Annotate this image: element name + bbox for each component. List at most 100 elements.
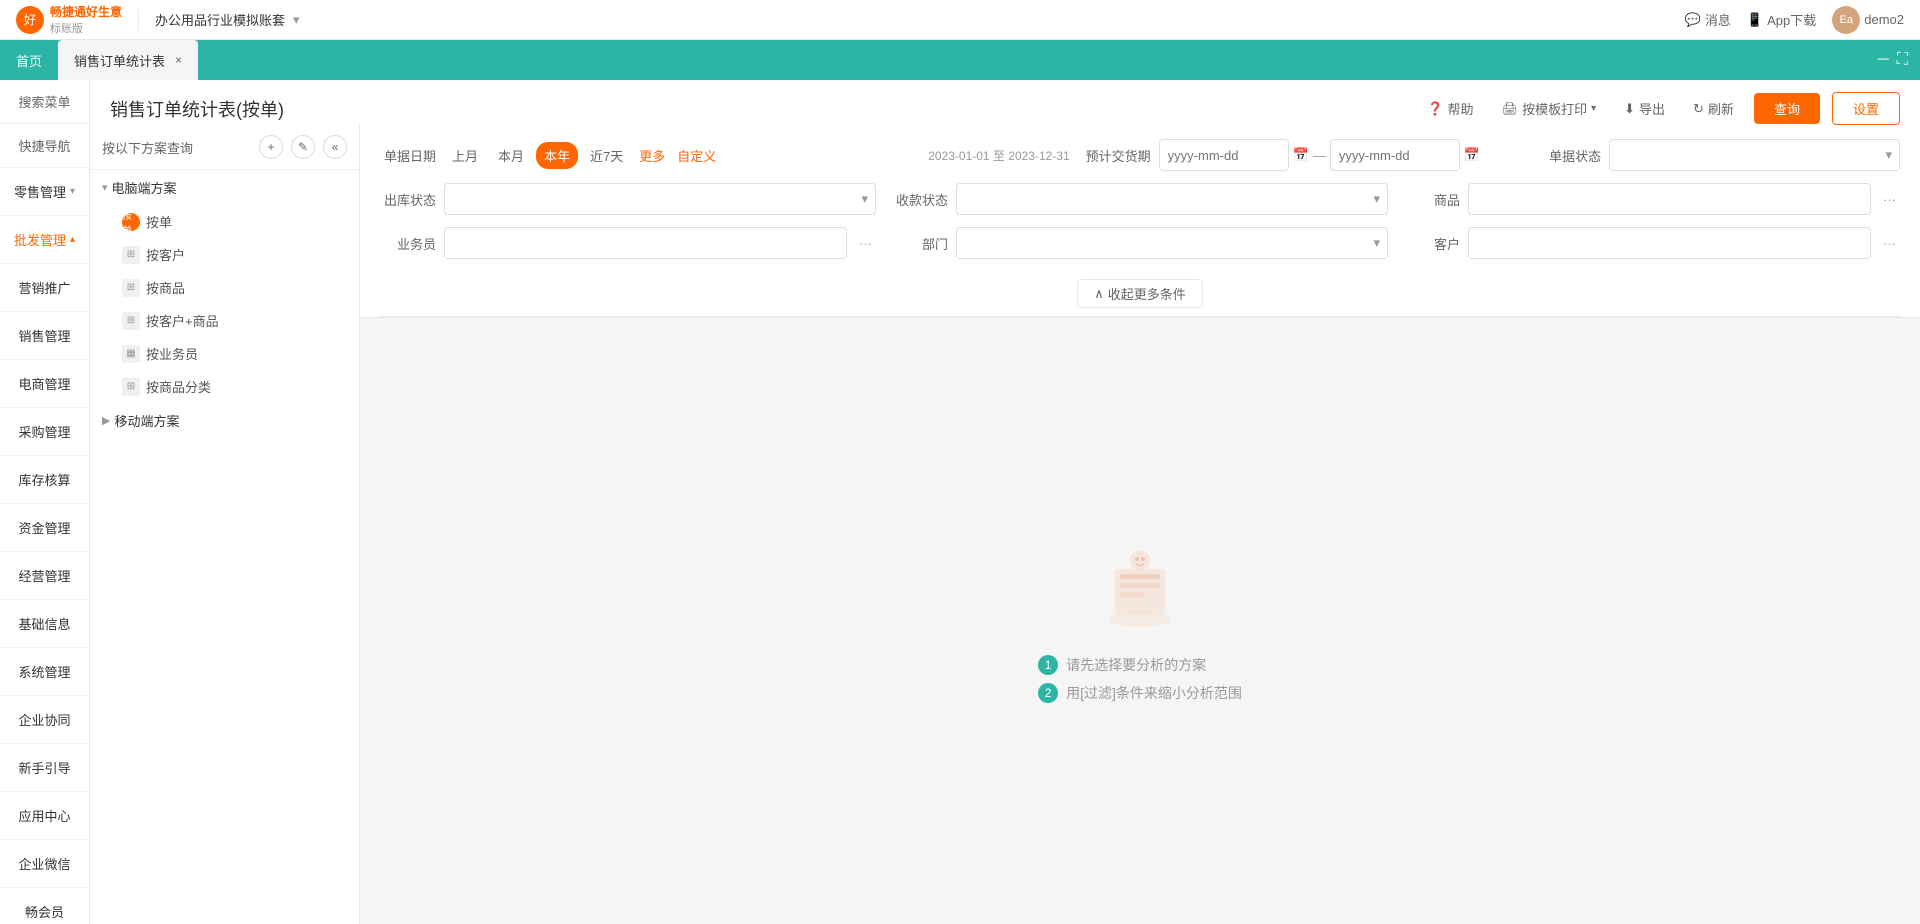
chevron-up-icon: ▴ [70,234,75,245]
settings-button[interactable]: 设置 [1832,92,1900,125]
sidebar-item-appcenter[interactable]: 应用中心 [0,792,89,840]
top-bar-left: 好 畅捷通好生意 标账版 办公用品行业模拟账套 ▾ [16,3,300,36]
sidebar-item-marketing[interactable]: 营销推广 [0,264,89,312]
user-area[interactable]: Ea demo2 [1832,6,1904,34]
sidebar-item-system[interactable]: 系统管理 [0,648,89,696]
tab-active[interactable]: 销售订单统计表 × [58,40,198,80]
left-panel-tools: + ✎ « [259,135,347,159]
sidebar-item-purchase[interactable]: 采购管理 [0,408,89,456]
date-more-button[interactable]: 更多 [635,146,669,165]
product-label: 商品 [1404,190,1460,209]
sidebar-item-collab[interactable]: 企业协同 [0,696,89,744]
salesperson-input[interactable] [444,227,847,259]
product-input[interactable] [1468,183,1871,215]
date-cur-year-button[interactable]: 本年 [536,142,578,169]
mobile-section-header[interactable]: ▶ 移动端方案 [90,403,359,438]
doc-status-select-wrapper: ▾ [1609,139,1900,171]
customer-input[interactable] [1468,227,1871,259]
scheme-icon-3: ⊞ [122,312,140,330]
dept-select[interactable] [956,227,1388,259]
salesperson-label: 业务员 [380,234,436,253]
sidebar-item-retail[interactable]: 零售管理 ▾ [0,168,89,216]
sidebar-item-wholesale[interactable]: 批发管理 ▴ [0,216,89,264]
maximize-icon[interactable]: ⛶ [1897,51,1908,69]
collapse-panel-button[interactable]: « [323,135,347,159]
tab-bar-actions: ─ ⛶ [1877,51,1920,69]
expected-date-end-input[interactable] [1330,139,1460,171]
sidebar-item-search[interactable]: 搜索菜单 [0,80,89,124]
sidebar-item-sales[interactable]: 销售管理 [0,312,89,360]
print-button[interactable]: 🖨 按模板打印 ▾ [1494,95,1605,122]
sidebar-item-inventory[interactable]: 库存核算 [0,456,89,504]
message-button[interactable]: 💬 消息 [1685,10,1731,29]
sidebar-item-member[interactable]: 畅会员 [0,888,89,924]
query-button[interactable]: 查询 [1754,93,1820,124]
sidebar-item-finance[interactable]: 资金管理 [0,504,89,552]
pay-status-group: 收款状态 ▾ [892,183,1388,215]
page-actions: ❓ 帮助 🖨 按模板打印 ▾ ⬇ 导出 ↻ 刷新 查询 设置 [1419,92,1900,125]
date-7days-button[interactable]: 近7天 [582,142,631,169]
divider [138,10,139,30]
customer-more-icon[interactable]: ··· [1879,236,1900,251]
message-icon: 💬 [1685,12,1701,28]
sidebar-item-quicknav[interactable]: 快捷导航 [0,124,89,168]
scheme-item-4[interactable]: ▦ 按业务员 [90,337,359,370]
expected-date-start-input[interactable] [1159,139,1289,171]
logo-text: 畅捷通好生意 标账版 [50,3,122,36]
scheme-item-3[interactable]: ⊞ 按客户+商品 [90,304,359,337]
app-download-button[interactable]: 📱 App下载 [1747,10,1816,29]
sidebar-item-ecommerce[interactable]: 电商管理 [0,360,89,408]
doc-status-select[interactable] [1609,139,1900,171]
sidebar-item-wechat[interactable]: 企业微信 [0,840,89,888]
product-group: 商品 ··· [1404,183,1900,215]
tab-home[interactable]: 首页 [0,40,58,80]
calendar-start-icon[interactable]: 📅 [1293,147,1309,163]
minimize-icon[interactable]: ─ [1877,51,1888,69]
phone-icon: 📱 [1747,12,1763,28]
doc-status-group: 单据状态 ▾ [1545,139,1900,171]
export-button[interactable]: ⬇ 导出 [1616,95,1673,122]
scheme-icon-2: ⊞ [122,279,140,297]
scheme-item-2[interactable]: ⊞ 按商品 [90,271,359,304]
ship-status-select-wrapper: ▾ [444,183,876,215]
refresh-button[interactable]: ↻ 刷新 [1685,95,1742,122]
filter-row-3: 业务员 ··· 部门 ▾ [380,227,1900,259]
pay-status-label: 收款状态 [892,190,948,209]
date-cur-month-button[interactable]: 本月 [490,142,532,169]
add-scheme-button[interactable]: + [259,135,283,159]
scheme-item-0[interactable]: 按单 按单 [90,205,359,238]
date-custom-button[interactable]: 自定义 [673,146,720,165]
scheme-icon-0: 按单 [122,213,140,231]
customer-label: 客户 [1404,234,1460,253]
tip-num-1: 1 [1038,655,1058,675]
empty-tips: 1 请先选择要分析的方案 2 用[过滤]条件来缩小分析范围 [1038,655,1242,703]
scheme-item-5[interactable]: ⊞ 按商品分类 [90,370,359,403]
date-label: 单据日期 [380,146,436,165]
ship-status-select[interactable] [444,183,876,215]
date-range-display: 2023-01-01 至 2023-12-31 [928,147,1069,164]
print-icon: 🖨 [1502,101,1519,117]
doc-status-label: 单据状态 [1545,146,1601,165]
scheme-item-1[interactable]: ⊞ 按客户 [90,238,359,271]
chevron-down-icon: ▾ [70,186,75,197]
date-prev-month-button[interactable]: 上月 [444,142,486,169]
sidebar-item-operations[interactable]: 经营管理 [0,552,89,600]
pc-section-header[interactable]: ▾ 电脑端方案 [90,170,359,205]
product-more-icon[interactable]: ··· [1879,192,1900,207]
collapse-row: ∧ 收起更多条件 [380,271,1900,317]
sidebar-item-basic[interactable]: 基础信息 [0,600,89,648]
dept-select-wrapper: ▾ [956,227,1388,259]
chevron-down-icon: ▾ [102,181,108,194]
date-buttons: 上月 本月 本年 近7天 更多 自定义 [444,142,912,169]
collapse-button[interactable]: ∧ 收起更多条件 [1077,279,1203,308]
calendar-end-icon[interactable]: 📅 [1464,147,1480,163]
scheme-icon-4: ▦ [122,345,140,363]
dropdown-arrow-icon[interactable]: ▾ [293,12,300,28]
tab-close-icon[interactable]: × [175,53,182,67]
pay-status-select[interactable] [956,183,1388,215]
edit-scheme-button[interactable]: ✎ [291,135,315,159]
content-area: 销售订单统计表(按单) ❓ 帮助 🖨 按模板打印 ▾ ⬇ 导出 ↻ 刷新 [90,80,1920,924]
salesperson-more-icon[interactable]: ··· [855,236,876,251]
sidebar-item-newguide[interactable]: 新手引导 [0,744,89,792]
help-button[interactable]: ❓ 帮助 [1419,95,1481,122]
